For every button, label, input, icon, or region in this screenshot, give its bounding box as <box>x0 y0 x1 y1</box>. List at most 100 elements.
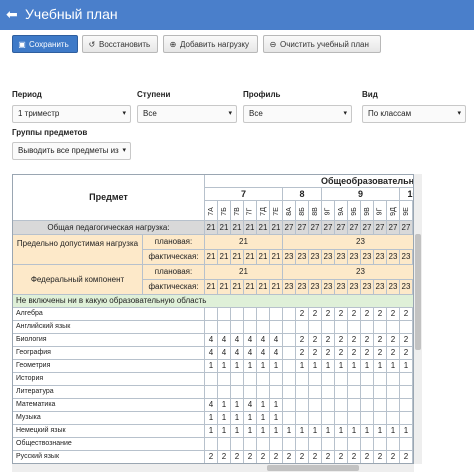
subject-hours <box>296 321 309 334</box>
class-header-label: 8Б <box>298 207 306 216</box>
actual-value: 23 <box>296 280 309 295</box>
subject-hours: 2 <box>374 347 387 360</box>
general-load-value: 21 <box>244 221 257 235</box>
actual-value: 23 <box>322 280 335 295</box>
subject-hours <box>257 373 270 386</box>
subject-hours <box>400 386 413 399</box>
class-header: 9Д <box>387 201 400 221</box>
subject-hours: 4 <box>244 334 257 347</box>
subject-hours: 1 <box>335 360 348 373</box>
subject-hours <box>387 373 400 386</box>
actual-value: 21 <box>205 250 218 265</box>
subject-hours: 4 <box>244 347 257 360</box>
scrollbar-thumb[interactable] <box>415 234 421 350</box>
subject-hours <box>218 438 231 451</box>
subject-hours <box>309 438 322 451</box>
subject-hours: 2 <box>296 308 309 321</box>
subject-hours <box>374 399 387 412</box>
chevron-down-icon: ▾ <box>122 147 126 154</box>
chevron-down-icon: ▾ <box>343 110 347 117</box>
subject-hours <box>283 438 296 451</box>
subject-hours <box>309 412 322 425</box>
subject-hours <box>348 399 361 412</box>
subject-hours: 1 <box>374 425 387 438</box>
groups-select[interactable]: Выводить все предметы из ▾ <box>12 142 131 160</box>
restore-button[interactable]: ↺ Восстановить <box>82 35 158 53</box>
subject-hours <box>400 438 413 451</box>
class-header-label: 7Г <box>246 207 254 216</box>
subject-hours: 1 <box>244 360 257 373</box>
subject-hours <box>335 399 348 412</box>
levels-select[interactable]: Все ▾ <box>137 105 237 123</box>
subject-hours <box>335 412 348 425</box>
general-load-value: 27 <box>361 221 374 235</box>
subject-hours <box>400 399 413 412</box>
subject-hours <box>296 399 309 412</box>
subject-hours <box>270 308 283 321</box>
class-header-label: 7Е <box>272 207 280 216</box>
subject-hours <box>374 386 387 399</box>
actual-value: 23 <box>335 280 348 295</box>
subject-hours: 2 <box>335 347 348 360</box>
subject-hours: 1 <box>205 360 218 373</box>
subject-hours <box>374 412 387 425</box>
subject-hours <box>283 386 296 399</box>
back-arrow-icon[interactable]: ⬅ <box>6 6 18 22</box>
subject-hours <box>283 308 296 321</box>
save-button[interactable]: ▣ Сохранить <box>12 35 78 53</box>
subject-hours: 4 <box>205 334 218 347</box>
actual-value: 21 <box>257 250 270 265</box>
period-select[interactable]: 1 триместр ▾ <box>12 105 131 123</box>
subject-hours <box>283 412 296 425</box>
general-load-value: 21 <box>257 221 270 235</box>
subject-hours <box>257 321 270 334</box>
class-header-label: 7Б <box>220 207 228 216</box>
actual-value: 23 <box>322 250 335 265</box>
subject-hours <box>283 373 296 386</box>
class-header-label: 9Б <box>350 207 358 216</box>
subject-hours: 2 <box>400 451 413 463</box>
planned-value: 23 <box>283 235 413 250</box>
view-label: Вид <box>362 90 378 99</box>
subject-hours: 2 <box>309 308 322 321</box>
subject-name: Английский язык <box>13 321 205 334</box>
subject-hours: 2 <box>296 334 309 347</box>
subject-hours: 1 <box>205 425 218 438</box>
subject-hours <box>283 321 296 334</box>
scrollbar-thumb[interactable] <box>267 465 359 471</box>
subject-hours <box>244 386 257 399</box>
subject-hours: 2 <box>270 451 283 463</box>
subject-hours: 2 <box>361 451 374 463</box>
subject-name: Алгебра <box>13 308 205 321</box>
subject-hours <box>270 438 283 451</box>
subject-hours <box>322 386 335 399</box>
view-select[interactable]: По классам ▾ <box>362 105 466 123</box>
subject-hours <box>270 386 283 399</box>
actual-value: 21 <box>257 280 270 295</box>
subject-hours: 1 <box>205 412 218 425</box>
add-load-button[interactable]: ⊕ Добавить нагрузку <box>163 35 258 53</box>
levels-value: Все <box>143 109 157 118</box>
vertical-scrollbar[interactable] <box>414 174 422 464</box>
subject-hours: 1 <box>218 412 231 425</box>
subject-hours <box>296 412 309 425</box>
subject-hours: 2 <box>309 347 322 360</box>
subject-name: Биология <box>13 334 205 347</box>
horizontal-scrollbar[interactable] <box>12 464 414 472</box>
class-header: 9Г <box>374 201 387 221</box>
subject-hours <box>296 438 309 451</box>
general-load-value: 27 <box>335 221 348 235</box>
subject-hours: 2 <box>335 451 348 463</box>
period-label: Период <box>12 90 42 99</box>
class-header: 9А <box>335 201 348 221</box>
subject-hours: 2 <box>387 347 400 360</box>
planned-label: плановая: <box>143 235 205 250</box>
clear-plan-button[interactable]: ⊖ Очистить учебный план <box>263 35 381 53</box>
class-header: 8А <box>283 201 296 221</box>
general-load-value: 27 <box>283 221 296 235</box>
general-load-value: 21 <box>231 221 244 235</box>
profile-select[interactable]: Все ▾ <box>243 105 352 123</box>
subject-hours <box>283 399 296 412</box>
subject-column-header: Предмет <box>13 175 205 221</box>
general-load-label: Общая педагогическая нагрузка: <box>13 221 205 235</box>
